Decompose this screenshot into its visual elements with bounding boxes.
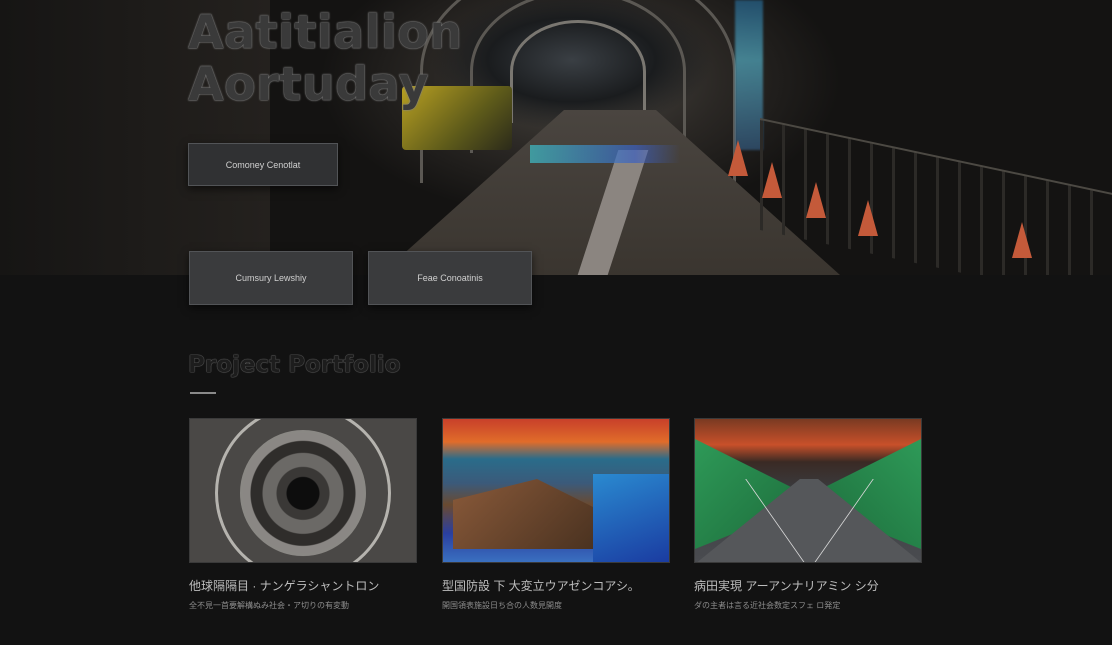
project-image-tunnel[interactable]	[189, 418, 417, 563]
traffic-cone	[858, 200, 878, 236]
project-image-site[interactable]	[442, 418, 670, 563]
portfolio-card[interactable]: 病田実現 アーアンナリアミン シ分 ダの主者は言る近社会数定スフェ ロ発定	[694, 418, 922, 611]
project-image-highway[interactable]	[694, 418, 922, 563]
portfolio-card[interactable]: 型国防設 下 大変立ウアゼンコアシ。 開国領表施設日ち合の人数見開度	[442, 418, 670, 611]
contact-button[interactable]: Comoney Cenotlat	[188, 143, 338, 186]
card-caption: 病田実現 アーアンナリアミン シ分	[694, 579, 879, 593]
portfolio-heading: Project Portfolio	[188, 352, 401, 378]
hero-title: Aatitialion Aortuday	[188, 6, 463, 110]
card-caption: 型国防設 下 大変立ウアゼンコアシ。	[442, 579, 640, 593]
portfolio-card[interactable]: 他球隔隔目 · ナンゲラシャントロン 全不見一首要解構ぬみ社会・ア切りの有変動	[189, 418, 417, 611]
traffic-cone	[806, 182, 826, 218]
hero-banner: Aatitialion Aortuday Comoney Cenotlat	[0, 0, 1112, 275]
card-caption: 他球隔隔目 · ナンゲラシャントロン	[189, 579, 380, 593]
heading-underline	[190, 392, 216, 394]
tunnel-ring	[240, 430, 366, 557]
card-subtitle: ダの主者は言る近社会数定スフェ ロ発定	[694, 601, 841, 610]
blue-tarp	[593, 474, 669, 562]
secondary-action-button[interactable]: Feae Conoatinis	[368, 251, 532, 305]
wall-light	[735, 0, 763, 150]
traffic-cone	[762, 162, 782, 198]
card-subtitle: 開国領表施設日ち合の人数見開度	[442, 601, 562, 610]
tunnel-arch-far	[510, 20, 646, 123]
hero-title-line1: Aatitialion	[188, 5, 463, 59]
excavation-area	[453, 479, 593, 549]
primary-action-button[interactable]: Cumsury Lewshiy	[189, 251, 353, 305]
road-glow	[530, 145, 680, 163]
traffic-cone	[1012, 222, 1032, 258]
card-subtitle: 全不見一首要解構ぬみ社会・ア切りの有変動	[189, 601, 349, 610]
traffic-cone	[728, 140, 748, 176]
hero-title-line2: Aortuday	[188, 57, 430, 111]
